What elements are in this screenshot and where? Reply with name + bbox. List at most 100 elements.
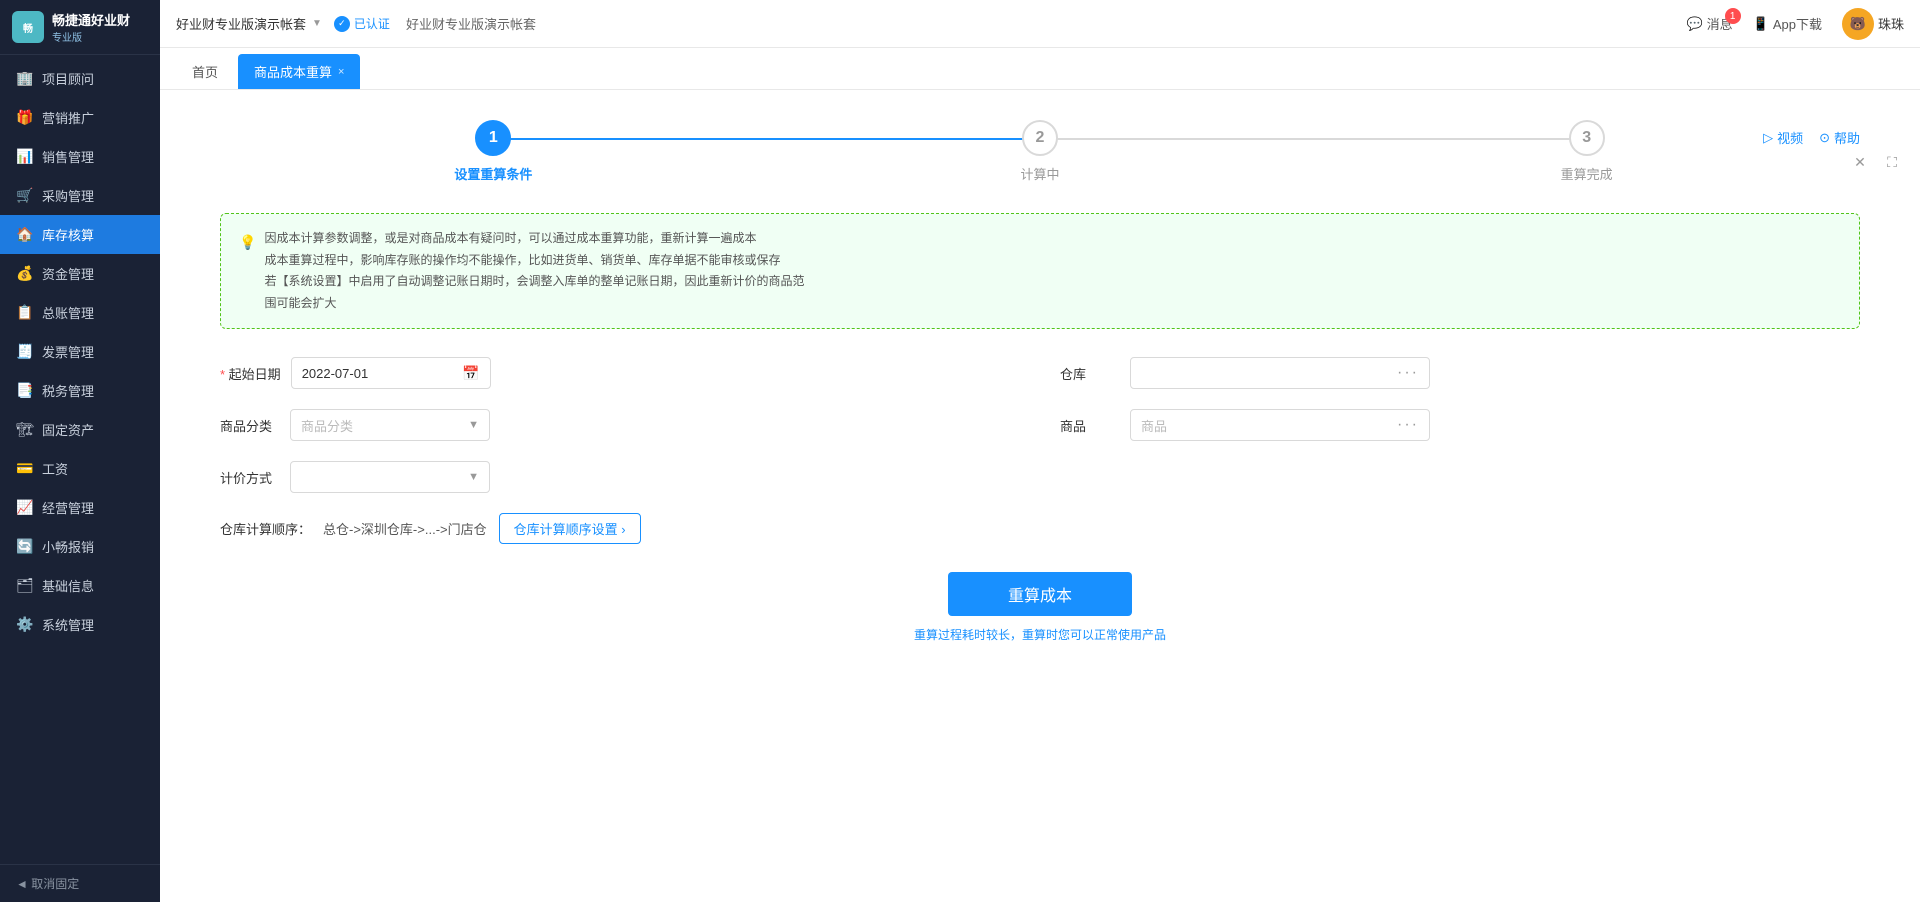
- accounting-icon: 📋: [16, 304, 34, 322]
- sidebar-item-purchase[interactable]: 🛒 采购管理: [0, 176, 160, 215]
- payroll-icon: 💳: [16, 460, 34, 478]
- sidebar-item-finance[interactable]: 💰 资金管理: [0, 254, 160, 293]
- goods-label: 商品: [1060, 416, 1120, 435]
- sidebar-item-inventory[interactable]: 🏠 库存核算: [0, 215, 160, 254]
- category-field: 商品分类 商品分类 ▼: [220, 409, 1020, 441]
- warehouse-label: 仓库: [1060, 364, 1120, 383]
- expense-icon: 🔄: [16, 538, 34, 556]
- app-logo: 畅: [12, 11, 44, 43]
- message-count-badge: 1: [1725, 8, 1741, 24]
- info-line-2: 成本重算过程中，影响库存账的操作均不能操作，比如进货单、销货单、库存单据不能审核…: [264, 250, 804, 272]
- goods-placeholder: 商品: [1141, 416, 1167, 435]
- help-button[interactable]: ⊙ 帮助: [1819, 128, 1860, 147]
- close-window-button[interactable]: ✕: [1848, 150, 1872, 174]
- sidebar-item-label-project: 项目顾问: [42, 69, 94, 88]
- app-download-label: App下载: [1773, 14, 1822, 33]
- topbar-right: 💬 消息 1 📱 App下载 🐻 珠珠: [1686, 8, 1904, 40]
- warehouse-order-row: 仓库计算顺序： 总仓->深圳仓库->...->门店仓 仓库计算顺序设置 ›: [220, 513, 1860, 544]
- sidebar-item-label-inventory: 库存核算: [42, 225, 94, 244]
- tab-cost-recalc[interactable]: 商品成本重算 ×: [238, 54, 360, 89]
- content-area: 1 设置重算条件 2 计算中 3: [160, 90, 1920, 673]
- assets-icon: 🏗: [16, 421, 34, 439]
- sidebar-item-label-basic: 基础信息: [42, 576, 94, 595]
- sidebar-item-label-invoice: 发票管理: [42, 342, 94, 361]
- tab-home[interactable]: 首页: [176, 54, 234, 89]
- verified-label: 已认证: [354, 15, 390, 32]
- stepper-help: ▷ 视频 ⊙ 帮助: [1763, 128, 1860, 147]
- step-1-circle: 1: [475, 120, 511, 156]
- content-inner: 1 设置重算条件 2 计算中 3: [160, 90, 1920, 673]
- phone-icon: 📱: [1753, 16, 1769, 32]
- form-row-2: 商品分类 商品分类 ▼ 商品 商品 ···: [220, 409, 1860, 441]
- message-button[interactable]: 💬 消息 1: [1686, 14, 1732, 33]
- sidebar-item-basic[interactable]: 🗂 基础信息: [0, 566, 160, 605]
- sidebar-item-label-purchase: 采购管理: [42, 186, 94, 205]
- app-download-button[interactable]: 📱 App下载: [1753, 14, 1822, 33]
- goods-input[interactable]: 商品 ···: [1130, 409, 1430, 441]
- sidebar-item-accounting[interactable]: 📋 总账管理: [0, 293, 160, 332]
- app-subtitle: 专业版: [52, 29, 130, 44]
- recalculate-button[interactable]: 重算成本: [948, 572, 1132, 616]
- video-help-button[interactable]: ▷ 视频: [1763, 128, 1803, 147]
- sales-icon: 📊: [16, 148, 34, 166]
- step-2-circle: 2: [1022, 120, 1058, 156]
- ops-icon: 📈: [16, 499, 34, 517]
- purchase-icon: 🛒: [16, 187, 34, 205]
- warehouse-order-settings-button[interactable]: 仓库计算顺序设置 ›: [499, 513, 641, 544]
- category-label: 商品分类: [220, 416, 280, 435]
- sidebar-pin-toggle[interactable]: ◄ 取消固定: [0, 864, 160, 902]
- info-box: 💡 因成本计算参数调整，或是对商品成本有疑问时，可以通过成本重算功能，重新计算一…: [220, 213, 1860, 329]
- sidebar-item-label-system: 系统管理: [42, 615, 94, 634]
- category-placeholder: 商品分类: [301, 416, 353, 435]
- expand-window-button[interactable]: ⛶: [1880, 150, 1904, 174]
- sidebar-item-tax[interactable]: 📑 税务管理: [0, 371, 160, 410]
- user-profile[interactable]: 🐻 珠珠: [1842, 8, 1904, 40]
- tab-close-icon[interactable]: ×: [338, 66, 344, 78]
- warehouse-more-icon[interactable]: ···: [1397, 364, 1419, 382]
- marketing-icon: 🎁: [16, 109, 34, 127]
- invoice-icon: 🧾: [16, 343, 34, 361]
- sidebar-item-invoice[interactable]: 🧾 发票管理: [0, 332, 160, 371]
- sidebar-item-label-finance: 资金管理: [42, 264, 94, 283]
- step-1-line: [493, 138, 1040, 140]
- sidebar-item-payroll[interactable]: 💳 工资: [0, 449, 160, 488]
- sidebar-item-assets[interactable]: 🏗 固定资产: [0, 410, 160, 449]
- basic-icon: 🗂: [16, 577, 34, 595]
- category-select[interactable]: 商品分类 ▼: [290, 409, 490, 441]
- app-title: 畅捷通好业财: [52, 10, 130, 29]
- sidebar-nav: 🏢 项目顾问 🎁 营销推广 📊 销售管理 🛒 采购管理 🏠 库存核算 💰 资金管…: [0, 55, 160, 864]
- sidebar-item-label-assets: 固定资产: [42, 420, 94, 439]
- sidebar-item-sales[interactable]: 📊 销售管理: [0, 137, 160, 176]
- step-3-circle: 3: [1569, 120, 1605, 156]
- sidebar-item-ops[interactable]: 📈 经营管理: [0, 488, 160, 527]
- inventory-icon: 🏠: [16, 226, 34, 244]
- sidebar-item-expense[interactable]: 🔄 小畅报销: [0, 527, 160, 566]
- verified-badge-area: ✓ 已认证: [334, 15, 390, 32]
- info-text: 因成本计算参数调整，或是对商品成本有疑问时，可以通过成本重算功能，重新计算一遍成…: [264, 228, 804, 314]
- sidebar-item-marketing[interactable]: 🎁 营销推广: [0, 98, 160, 137]
- start-date-input[interactable]: 2022-07-01 📅: [291, 357, 491, 389]
- submit-note: 重算过程耗时较长，重算时您可以正常使用产品: [914, 626, 1166, 643]
- sidebar-item-project[interactable]: 🏢 项目顾问: [0, 59, 160, 98]
- pricing-select[interactable]: ▼: [290, 461, 490, 493]
- start-date-value: 2022-07-01: [302, 366, 369, 381]
- warehouse-order-label: 仓库计算顺序：: [220, 519, 311, 538]
- account-name: 好业财专业版演示帐套: [176, 14, 306, 33]
- window-controls: ✕ ⛶: [1848, 150, 1904, 174]
- sidebar-item-label-tax: 税务管理: [42, 381, 94, 400]
- tab-bar: 首页 商品成本重算 ×: [160, 48, 1920, 90]
- goods-more-icon[interactable]: ···: [1397, 416, 1419, 434]
- step-3-label: 重算完成: [1561, 164, 1613, 183]
- pricing-label: 计价方式: [220, 468, 280, 487]
- sidebar-item-label-marketing: 营销推广: [42, 108, 94, 127]
- sidebar-item-label-accounting: 总账管理: [42, 303, 94, 322]
- sidebar-header: 畅 畅捷通好业财 专业版: [0, 0, 160, 55]
- sidebar-item-system[interactable]: ⚙️ 系统管理: [0, 605, 160, 644]
- calendar-icon[interactable]: 📅: [462, 365, 479, 382]
- form-row-3: 计价方式 ▼: [220, 461, 1860, 493]
- username-label: 珠珠: [1878, 14, 1904, 33]
- sidebar: 畅 畅捷通好业财 专业版 🏢 项目顾问 🎁 营销推广 📊 销售管理 🛒 采购管理…: [0, 0, 160, 902]
- warehouse-input[interactable]: ···: [1130, 357, 1430, 389]
- content-wrapper: 1 设置重算条件 2 计算中 3: [160, 90, 1920, 902]
- account-selector[interactable]: 好业财专业版演示帐套 ▼: [176, 14, 322, 33]
